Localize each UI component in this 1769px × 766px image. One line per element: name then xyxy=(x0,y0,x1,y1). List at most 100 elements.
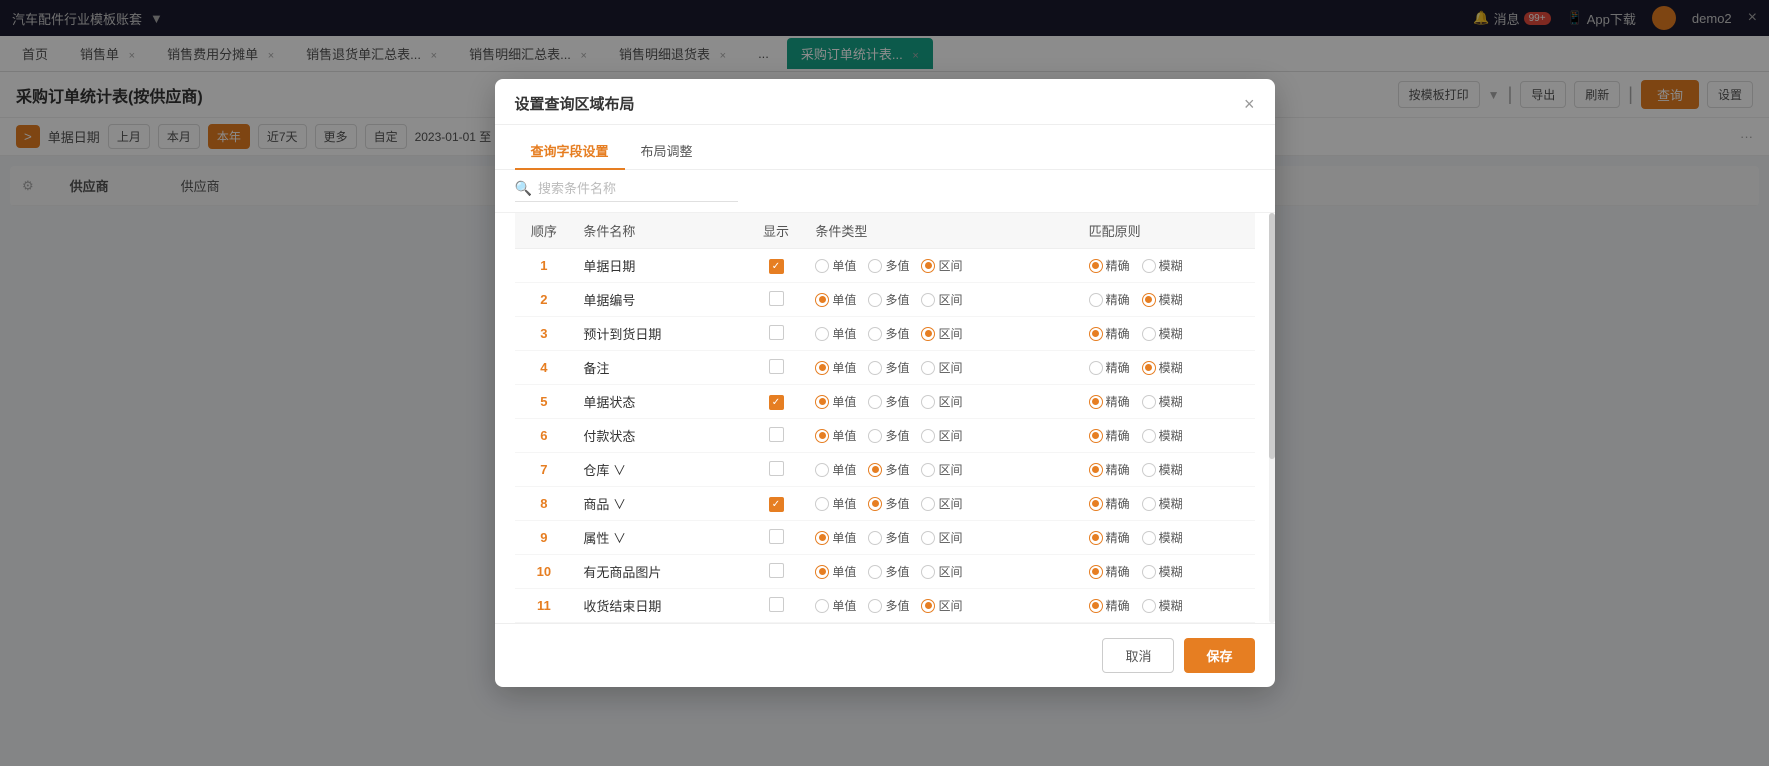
type-single-circle[interactable] xyxy=(815,463,829,477)
match-fuzzy-radio[interactable]: 模糊 xyxy=(1142,495,1183,512)
match-fuzzy-circle[interactable] xyxy=(1142,327,1156,341)
type-multi-radio[interactable]: 多值 xyxy=(868,563,909,580)
match-exact-circle[interactable] xyxy=(1089,497,1103,511)
type-single-radio[interactable]: 单值 xyxy=(815,597,856,614)
type-single-radio[interactable]: 单值 xyxy=(815,495,856,512)
type-range-radio[interactable]: 区间 xyxy=(921,529,962,546)
row-checkbox[interactable] xyxy=(769,291,784,306)
type-multi-radio[interactable]: 多值 xyxy=(868,495,909,512)
match-fuzzy-circle[interactable] xyxy=(1142,599,1156,613)
type-multi-circle[interactable] xyxy=(868,429,882,443)
match-exact-radio[interactable]: 精确 xyxy=(1089,393,1130,410)
match-exact-circle[interactable] xyxy=(1089,429,1103,443)
match-fuzzy-circle[interactable] xyxy=(1142,395,1156,409)
type-multi-circle[interactable] xyxy=(868,565,882,579)
match-exact-radio[interactable]: 精确 xyxy=(1089,597,1130,614)
modal-tab-query-fields[interactable]: 查询字段设置 xyxy=(515,135,625,170)
match-fuzzy-circle[interactable] xyxy=(1142,293,1156,307)
type-multi-circle[interactable] xyxy=(868,497,882,511)
row-checkbox-cell[interactable] xyxy=(747,589,806,623)
type-range-radio[interactable]: 区间 xyxy=(921,359,962,376)
type-single-radio[interactable]: 单值 xyxy=(815,427,856,444)
modal-tab-layout[interactable]: 布局调整 xyxy=(625,135,709,170)
match-fuzzy-circle[interactable] xyxy=(1142,565,1156,579)
type-multi-radio[interactable]: 多值 xyxy=(868,393,909,410)
match-fuzzy-radio[interactable]: 模糊 xyxy=(1142,291,1183,308)
match-exact-radio[interactable]: 精确 xyxy=(1089,563,1130,580)
row-checkbox-cell[interactable] xyxy=(747,521,806,555)
row-checkbox-cell[interactable] xyxy=(747,351,806,385)
type-range-circle[interactable] xyxy=(921,327,935,341)
match-exact-circle[interactable] xyxy=(1089,531,1103,545)
type-range-radio[interactable]: 区间 xyxy=(921,597,962,614)
match-fuzzy-radio[interactable]: 模糊 xyxy=(1142,427,1183,444)
type-multi-circle[interactable] xyxy=(868,531,882,545)
match-exact-circle[interactable] xyxy=(1089,327,1103,341)
type-range-radio[interactable]: 区间 xyxy=(921,563,962,580)
match-fuzzy-radio[interactable]: 模糊 xyxy=(1142,257,1183,274)
type-range-circle[interactable] xyxy=(921,463,935,477)
row-checkbox-cell[interactable] xyxy=(747,385,806,419)
type-range-circle[interactable] xyxy=(921,361,935,375)
type-single-circle[interactable] xyxy=(815,259,829,273)
type-range-radio[interactable]: 区间 xyxy=(921,291,962,308)
match-exact-radio[interactable]: 精确 xyxy=(1089,291,1130,308)
row-checkbox[interactable] xyxy=(769,395,784,410)
type-single-radio[interactable]: 单值 xyxy=(815,291,856,308)
match-exact-circle[interactable] xyxy=(1089,463,1103,477)
type-single-circle[interactable] xyxy=(815,497,829,511)
match-fuzzy-radio[interactable]: 模糊 xyxy=(1142,597,1183,614)
type-range-circle[interactable] xyxy=(921,565,935,579)
type-range-radio[interactable]: 区间 xyxy=(921,495,962,512)
row-checkbox-cell[interactable] xyxy=(747,487,806,521)
type-single-circle[interactable] xyxy=(815,293,829,307)
type-range-circle[interactable] xyxy=(921,293,935,307)
match-exact-radio[interactable]: 精确 xyxy=(1089,427,1130,444)
row-checkbox-cell[interactable] xyxy=(747,249,806,283)
type-multi-radio[interactable]: 多值 xyxy=(868,325,909,342)
type-multi-circle[interactable] xyxy=(868,293,882,307)
match-exact-radio[interactable]: 精确 xyxy=(1089,461,1130,478)
type-range-circle[interactable] xyxy=(921,429,935,443)
row-checkbox-cell[interactable] xyxy=(747,317,806,351)
type-range-radio[interactable]: 区间 xyxy=(921,325,962,342)
match-fuzzy-radio[interactable]: 模糊 xyxy=(1142,359,1183,376)
modal-close-btn[interactable]: × xyxy=(1244,95,1255,113)
type-single-radio[interactable]: 单值 xyxy=(815,359,856,376)
match-fuzzy-circle[interactable] xyxy=(1142,531,1156,545)
row-checkbox[interactable] xyxy=(769,497,784,512)
type-single-radio[interactable]: 单值 xyxy=(815,325,856,342)
type-multi-radio[interactable]: 多值 xyxy=(868,529,909,546)
match-fuzzy-radio[interactable]: 模糊 xyxy=(1142,393,1183,410)
row-checkbox-cell[interactable] xyxy=(747,555,806,589)
match-fuzzy-circle[interactable] xyxy=(1142,361,1156,375)
match-exact-circle[interactable] xyxy=(1089,361,1103,375)
type-multi-radio[interactable]: 多值 xyxy=(868,291,909,308)
type-multi-radio[interactable]: 多值 xyxy=(868,427,909,444)
type-single-circle[interactable] xyxy=(815,565,829,579)
row-checkbox[interactable] xyxy=(769,359,784,374)
type-single-radio[interactable]: 单值 xyxy=(815,257,856,274)
match-fuzzy-radio[interactable]: 模糊 xyxy=(1142,563,1183,580)
type-multi-circle[interactable] xyxy=(868,599,882,613)
type-single-radio[interactable]: 单值 xyxy=(815,461,856,478)
type-range-circle[interactable] xyxy=(921,395,935,409)
row-checkbox[interactable] xyxy=(769,563,784,578)
match-exact-circle[interactable] xyxy=(1089,259,1103,273)
type-single-radio[interactable]: 单值 xyxy=(815,563,856,580)
match-exact-circle[interactable] xyxy=(1089,395,1103,409)
row-checkbox-cell[interactable] xyxy=(747,453,806,487)
row-checkbox[interactable] xyxy=(769,597,784,612)
row-checkbox[interactable] xyxy=(769,259,784,274)
match-exact-radio[interactable]: 精确 xyxy=(1089,359,1130,376)
type-multi-circle[interactable] xyxy=(868,463,882,477)
type-range-radio[interactable]: 区间 xyxy=(921,427,962,444)
type-single-circle[interactable] xyxy=(815,429,829,443)
match-fuzzy-radio[interactable]: 模糊 xyxy=(1142,461,1183,478)
match-exact-radio[interactable]: 精确 xyxy=(1089,529,1130,546)
row-checkbox[interactable] xyxy=(769,325,784,340)
search-input[interactable] xyxy=(538,181,738,196)
match-fuzzy-circle[interactable] xyxy=(1142,497,1156,511)
row-checkbox[interactable] xyxy=(769,529,784,544)
match-fuzzy-radio[interactable]: 模糊 xyxy=(1142,529,1183,546)
